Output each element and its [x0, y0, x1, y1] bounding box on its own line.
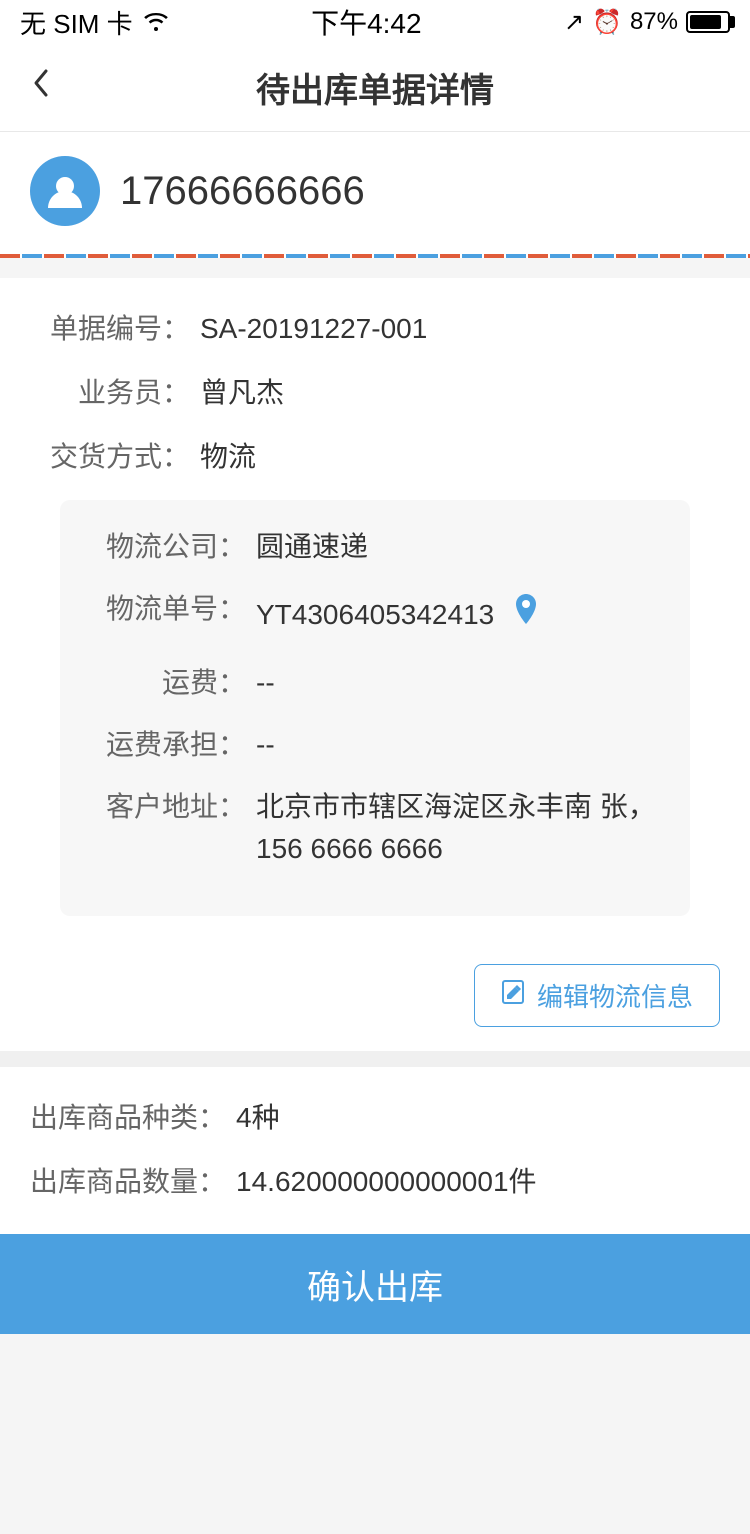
delivery-row: 交货方式： 物流	[30, 436, 720, 478]
edit-logistics-area: 编辑物流信息	[0, 946, 750, 1051]
basic-info-section: 单据编号： SA-20191227-001 业务员： 曾凡杰 交货方式： 物流 …	[0, 278, 750, 946]
logistics-company-label: 物流公司：	[86, 526, 246, 568]
freight-bearer-label: 运费承担：	[86, 724, 246, 766]
logistics-tracking-row: 物流单号： YT4306405342413	[86, 588, 664, 642]
goods-types-label: 出库商品种类：	[30, 1097, 226, 1139]
goods-quantity-row: 出库商品数量： 14.620000000000001件	[30, 1161, 720, 1203]
phone-row: 17666666666	[0, 132, 750, 250]
section-divider	[0, 1051, 750, 1067]
battery-icon	[686, 11, 730, 33]
carrier-text: 无 SIM 卡	[20, 4, 133, 41]
status-right: ↗ ⏰ 87%	[564, 8, 730, 37]
goods-types-value: 4种	[236, 1097, 720, 1139]
location-status-icon: ↗	[564, 8, 584, 37]
alarm-icon: ⏰	[592, 8, 622, 37]
logistics-tracking-value: YT4306405342413	[256, 588, 664, 642]
logistics-company-row: 物流公司： 圆通速递	[86, 526, 664, 568]
edit-icon	[501, 979, 527, 1012]
bottom-space	[0, 1334, 750, 1534]
map-pin-icon[interactable]	[508, 588, 544, 642]
nav-bar: 待出库单据详情	[0, 44, 750, 132]
address-value: 北京市市辖区海淀区永丰南 张，156 6666 6666	[256, 786, 664, 870]
freight-label: 运费：	[86, 662, 246, 704]
edit-logistics-button[interactable]: 编辑物流信息	[474, 964, 720, 1027]
wifi-icon	[143, 7, 169, 38]
document-number-row: 单据编号： SA-20191227-001	[30, 308, 720, 350]
document-number-label: 单据编号：	[30, 308, 190, 350]
phone-number: 17666666666	[120, 169, 365, 214]
address-label: 客户地址：	[86, 786, 246, 828]
goods-section: 出库商品种类： 4种 出库商品数量： 14.620000000000001件	[0, 1067, 750, 1223]
goods-types-row: 出库商品种类： 4种	[30, 1097, 720, 1139]
staff-value: 曾凡杰	[200, 372, 720, 414]
goods-quantity-label: 出库商品数量：	[30, 1161, 226, 1203]
battery-percent: 87%	[630, 8, 678, 36]
avatar	[30, 156, 100, 226]
address-row: 客户地址： 北京市市辖区海淀区永丰南 张，156 6666 6666	[86, 786, 664, 870]
goods-quantity-value: 14.620000000000001件	[236, 1161, 720, 1203]
logistics-card: 物流公司： 圆通速递 物流单号： YT4306405342413 运费：	[60, 500, 690, 916]
logistics-tracking-label: 物流单号：	[86, 588, 246, 630]
back-button[interactable]	[28, 61, 56, 114]
freight-bearer-value: --	[256, 724, 664, 766]
dashed-separator	[0, 250, 750, 258]
document-number-value: SA-20191227-001	[200, 308, 720, 350]
page-title: 待出库单据详情	[256, 63, 494, 112]
confirm-button-label: 确认出库	[307, 1260, 443, 1309]
status-bar: 无 SIM 卡 下午4:42 ↗ ⏰ 87%	[0, 0, 750, 44]
status-left: 无 SIM 卡	[20, 4, 169, 41]
edit-logistics-label: 编辑物流信息	[537, 977, 693, 1014]
freight-value: --	[256, 662, 664, 704]
logistics-company-value: 圆通速递	[256, 526, 664, 568]
freight-bearer-row: 运费承担： --	[86, 724, 664, 766]
delivery-value: 物流	[200, 436, 720, 478]
staff-label: 业务员：	[30, 372, 190, 414]
freight-row: 运费： --	[86, 662, 664, 704]
status-time: 下午4:42	[311, 2, 422, 42]
staff-row: 业务员： 曾凡杰	[30, 372, 720, 414]
confirm-button[interactable]: 确认出库	[0, 1234, 750, 1334]
delivery-label: 交货方式：	[30, 436, 190, 478]
